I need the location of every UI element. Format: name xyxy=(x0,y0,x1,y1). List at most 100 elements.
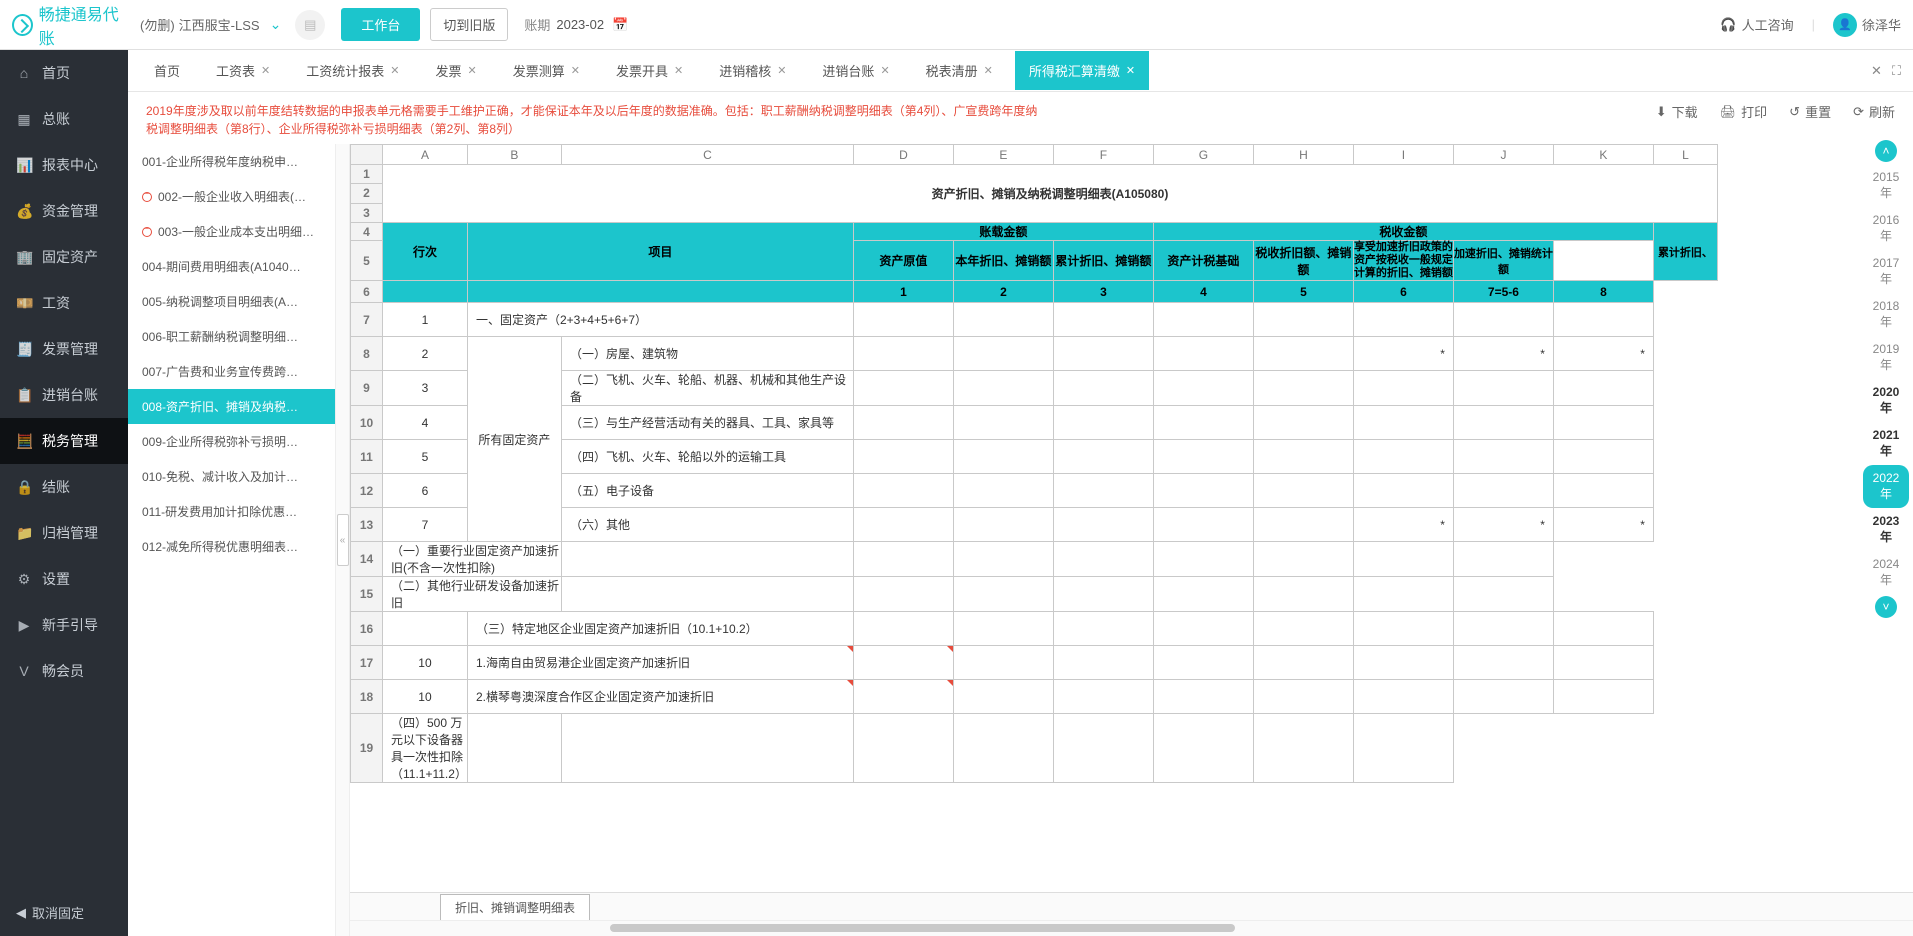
sheet-table[interactable]: ABCDEFGHIJKL1资产折旧、摊销及纳税调整明细表(A105080)234… xyxy=(350,144,1718,783)
unpin-button[interactable]: ◀ 取消固定 xyxy=(0,889,128,936)
cell[interactable] xyxy=(1153,680,1253,714)
cell[interactable] xyxy=(467,714,561,783)
form-item-2[interactable]: 003-一般企业成本支出明细… xyxy=(128,214,335,249)
cell[interactable] xyxy=(561,714,853,783)
form-item-9[interactable]: 010-免税、减计收入及加计… xyxy=(128,459,335,494)
row-hdr[interactable]: 18 xyxy=(351,680,383,714)
row-hdr[interactable]: 15 xyxy=(351,577,383,612)
close-icon[interactable]: ✕ xyxy=(261,64,270,77)
row-hdr[interactable]: 14 xyxy=(351,542,383,577)
company-selector[interactable]: (勿删) 江西服宝-LSS ⌄ xyxy=(140,15,281,34)
download-button[interactable]: ⬇下载 xyxy=(1656,102,1698,121)
cell[interactable] xyxy=(953,440,1053,474)
cell[interactable] xyxy=(953,406,1053,440)
cell[interactable]: * xyxy=(1553,337,1653,371)
col-I[interactable]: I xyxy=(1353,145,1453,165)
close-icon[interactable]: ✕ xyxy=(880,64,889,77)
tab-5[interactable]: 发票开具✕ xyxy=(602,51,697,90)
refresh-button[interactable]: ⟳刷新 xyxy=(1853,102,1895,121)
year-down-icon[interactable]: ˅ xyxy=(1875,596,1897,618)
calendar-icon[interactable]: 📅 xyxy=(612,17,628,33)
cell[interactable] xyxy=(1053,474,1153,508)
cell[interactable] xyxy=(1453,542,1553,577)
cell[interactable] xyxy=(1353,440,1453,474)
col-C[interactable]: C xyxy=(561,145,853,165)
cell[interactable]: * xyxy=(1353,508,1453,542)
cell[interactable] xyxy=(1153,406,1253,440)
sidebar-item-12[interactable]: ▶新手引导 xyxy=(0,602,128,648)
close-icon[interactable]: ✕ xyxy=(984,64,993,77)
col-A[interactable]: A xyxy=(383,145,468,165)
cell[interactable]: * xyxy=(1453,508,1553,542)
workbench-button[interactable]: 工作台 xyxy=(341,8,420,41)
cell[interactable]: * xyxy=(1453,337,1553,371)
form-item-6[interactable]: 007-广告费和业务宣传费跨… xyxy=(128,354,335,389)
form-item-7[interactable]: 008-资产折旧、摊销及纳税… xyxy=(128,389,335,424)
cell[interactable] xyxy=(1253,474,1353,508)
cell[interactable] xyxy=(1153,542,1253,577)
close-icon[interactable]: ✕ xyxy=(777,64,786,77)
form-item-10[interactable]: 011-研发费用加计扣除优惠… xyxy=(128,494,335,529)
form-item-11[interactable]: 012-减免所得税优惠明细表… xyxy=(128,529,335,564)
year-2019年[interactable]: 2019年 xyxy=(1863,336,1909,379)
cell[interactable] xyxy=(1053,440,1153,474)
tab-2[interactable]: 工资统计报表✕ xyxy=(292,51,413,90)
sidebar-item-8[interactable]: 🧮税务管理 xyxy=(0,418,128,464)
sidebar-item-4[interactable]: 🏢固定资产 xyxy=(0,234,128,280)
cell[interactable] xyxy=(1253,714,1353,783)
cell[interactable] xyxy=(1353,542,1453,577)
row-hdr[interactable]: 13 xyxy=(351,508,383,542)
tab-7[interactable]: 进销台账✕ xyxy=(808,51,903,90)
cell[interactable] xyxy=(1553,646,1653,680)
cell[interactable] xyxy=(1453,577,1553,612)
cell[interactable] xyxy=(1553,303,1653,337)
tab-8[interactable]: 税表清册✕ xyxy=(912,51,1007,90)
close-icon[interactable]: ✕ xyxy=(390,64,399,77)
cell[interactable] xyxy=(853,371,953,406)
cell[interactable] xyxy=(1153,646,1253,680)
sidebar-item-3[interactable]: 💰资金管理 xyxy=(0,188,128,234)
cell[interactable] xyxy=(953,303,1053,337)
row-hdr[interactable]: 9 xyxy=(351,371,383,406)
tab-1[interactable]: 工资表✕ xyxy=(202,51,284,90)
cell[interactable] xyxy=(1253,612,1353,646)
cell[interactable] xyxy=(1053,371,1153,406)
doc-icon[interactable]: ▤ xyxy=(295,10,325,40)
cell[interactable] xyxy=(1253,646,1353,680)
cell[interactable] xyxy=(1153,474,1253,508)
row-hdr[interactable]: 10 xyxy=(351,406,383,440)
cell[interactable] xyxy=(561,542,853,577)
cell[interactable] xyxy=(1153,337,1253,371)
cell[interactable] xyxy=(1553,612,1653,646)
year-2018年[interactable]: 2018年 xyxy=(1863,293,1909,336)
year-2024年[interactable]: 2024年 xyxy=(1863,551,1909,594)
cell[interactable] xyxy=(1053,714,1153,783)
tab-4[interactable]: 发票测算✕ xyxy=(499,51,594,90)
cell[interactable] xyxy=(1553,406,1653,440)
form-item-3[interactable]: 004-期间费用明细表(A1040… xyxy=(128,249,335,284)
cell[interactable]: * xyxy=(1553,508,1653,542)
sidebar-item-10[interactable]: 📁归档管理 xyxy=(0,510,128,556)
cell[interactable] xyxy=(1553,474,1653,508)
tab-6[interactable]: 进销稽核✕ xyxy=(705,51,800,90)
cell[interactable] xyxy=(1553,371,1653,406)
cell[interactable] xyxy=(1553,680,1653,714)
year-2015年[interactable]: 2015年 xyxy=(1863,164,1909,207)
cell[interactable] xyxy=(1253,440,1353,474)
old-version-button[interactable]: 切到旧版 xyxy=(430,8,508,41)
cell[interactable] xyxy=(1153,714,1253,783)
cell[interactable] xyxy=(953,714,1053,783)
year-2020年[interactable]: 2020年 xyxy=(1863,379,1909,422)
cell[interactable] xyxy=(953,542,1053,577)
cell[interactable]: * xyxy=(1353,337,1453,371)
period-value[interactable]: 2023-02 xyxy=(556,17,604,32)
cell[interactable] xyxy=(1053,612,1153,646)
cell[interactable] xyxy=(853,508,953,542)
cell[interactable] xyxy=(853,303,953,337)
expand-icon[interactable]: ⛶ xyxy=(1892,63,1901,79)
cell[interactable] xyxy=(953,577,1053,612)
col-E[interactable]: E xyxy=(953,145,1053,165)
cell[interactable] xyxy=(1453,440,1553,474)
sidebar-item-13[interactable]: V畅会员 xyxy=(0,648,128,694)
col-G[interactable]: G xyxy=(1153,145,1253,165)
